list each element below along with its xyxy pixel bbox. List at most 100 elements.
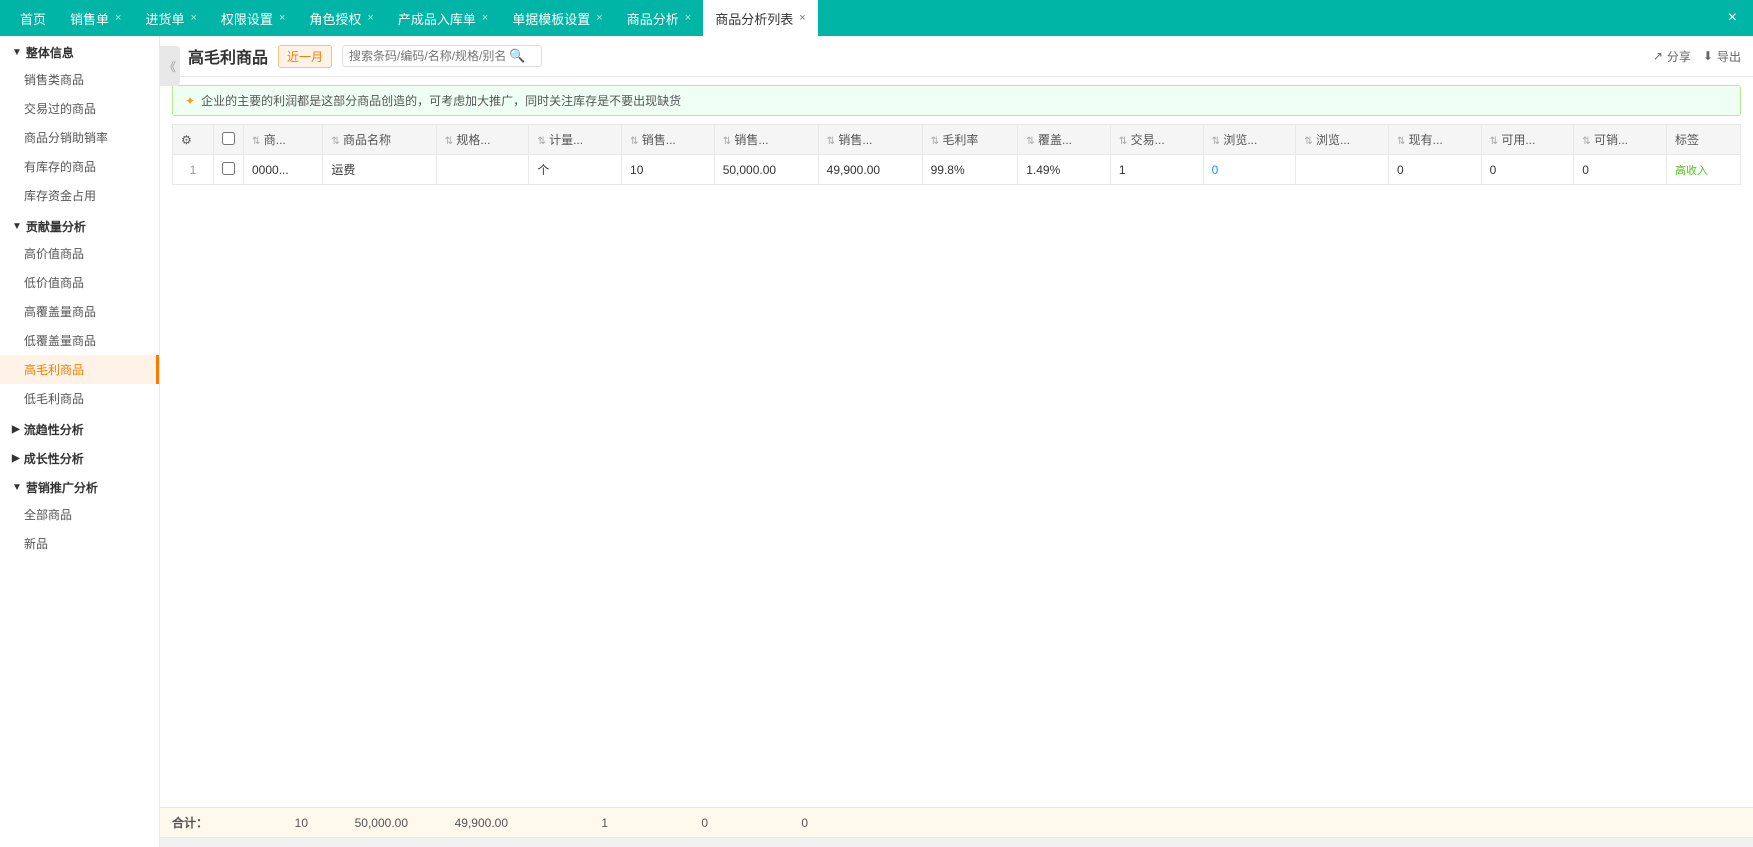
sidebar-group-growth[interactable]: ▶ 成长性分析 — [0, 442, 159, 471]
sidebar-item-high-coverage[interactable]: 高覆盖量商品 — [0, 297, 159, 326]
page-title: 高毛利商品 — [188, 44, 268, 68]
cell-sales-net: 49,900.00 — [818, 155, 922, 185]
sidebar: ▼ 整体信息 销售类商品 交易过的商品 商品分销助销率 有库存的商品 库存资金占… — [0, 36, 160, 847]
sidebar-item-low-coverage[interactable]: 低覆盖量商品 — [0, 326, 159, 355]
cell-code: 0000... — [244, 155, 323, 185]
content-header: 高毛利商品 近一月 🔍 ↗ 分享 ⬇ 导出 — [160, 36, 1753, 77]
sidebar-item-distribution-rate[interactable]: 商品分销助销率 — [0, 123, 159, 152]
cell-gross-margin: 99.8% — [922, 155, 1018, 185]
nav-product-stock[interactable]: 产成品入库单 × — [386, 0, 500, 36]
filter-recent-month-btn[interactable]: 近一月 — [278, 45, 332, 68]
nav-permission[interactable]: 权限设置 × — [209, 0, 297, 36]
cell-sales-amount: 50,000.00 — [714, 155, 818, 185]
sidebar-group-overall[interactable]: ▼ 整体信息 — [0, 36, 159, 65]
col-code: ⇅ 商... — [244, 125, 323, 155]
export-btn[interactable]: ⬇ 导出 — [1703, 48, 1741, 65]
close-analysis-list-tab[interactable]: × — [799, 12, 805, 24]
content-area: 《 高毛利商品 近一月 🔍 ↗ 分享 ⬇ 导出 ✦ 企 — [160, 36, 1753, 847]
tag-badge: 高收入 — [1675, 165, 1708, 177]
sidebar-item-low-value[interactable]: 低价值商品 — [0, 268, 159, 297]
col-name: ⇅ 商品名称 — [323, 125, 436, 155]
table-row: 1 0000... 运费 — [173, 155, 1741, 185]
cell-saleable: 0 — [1574, 155, 1667, 185]
cell-transaction: 1 — [1110, 155, 1203, 185]
sidebar-item-new-goods[interactable]: 新品 — [0, 529, 159, 558]
close-template-tab[interactable]: × — [596, 12, 602, 24]
main-layout: ▼ 整体信息 销售类商品 交易过的商品 商品分销助销率 有库存的商品 库存资金占… — [0, 36, 1753, 847]
table-container: ⚙ ⇅ 商... ⇅ 商品名称 — [160, 124, 1753, 807]
footer-current-stock: 0 — [628, 816, 708, 830]
table-header-row: ⚙ ⇅ 商... ⇅ 商品名称 — [173, 125, 1741, 155]
sidebar-group-marketing[interactable]: ▼ 营销推广分析 — [0, 471, 159, 500]
col-tag: 标签 — [1666, 125, 1740, 155]
settings-icon[interactable]: ⚙ — [181, 133, 192, 147]
arrow-flow: ▶ — [12, 424, 20, 435]
nav-template[interactable]: 单据模板设置 × — [500, 0, 614, 36]
sidebar-group-contribution[interactable]: ▼ 贡献量分析 — [0, 210, 159, 239]
footer-label: 合计： — [172, 814, 208, 831]
sidebar-item-high-margin[interactable]: 高毛利商品 — [0, 355, 159, 384]
notice-bar: ✦ 企业的主要的利润都是这部分商品创造的，可考虑加大推广，同时关注库存是不要出现… — [172, 85, 1741, 116]
sidebar-group-flow[interactable]: ▶ 流趋性分析 — [0, 413, 159, 442]
sidebar-item-sales-goods[interactable]: 销售类商品 — [0, 65, 159, 94]
cell-checkbox — [214, 155, 244, 185]
search-box: 🔍 — [342, 45, 542, 67]
header-actions: ↗ 分享 ⬇ 导出 — [1653, 48, 1741, 65]
close-window-btn[interactable]: × — [1720, 9, 1745, 27]
row-checkbox[interactable] — [222, 162, 235, 175]
arrow-contribution: ▼ — [12, 221, 22, 232]
data-table: ⚙ ⇅ 商... ⇅ 商品名称 — [172, 124, 1741, 185]
close-analysis-tab[interactable]: × — [685, 12, 691, 24]
col-gross-margin: ⇅ 毛利率 — [922, 125, 1018, 155]
col-saleable: ⇅ 可销... — [1574, 125, 1667, 155]
col-checkbox — [214, 125, 244, 155]
cell-browse2 — [1296, 155, 1389, 185]
cell-tag: 高收入 — [1666, 155, 1740, 185]
export-icon: ⬇ — [1703, 49, 1713, 63]
sidebar-item-stock-capital[interactable]: 库存资金占用 — [0, 181, 159, 210]
close-permission-tab[interactable]: × — [279, 12, 285, 24]
nav-sales[interactable]: 销售单 × — [58, 0, 133, 36]
sidebar-item-in-stock[interactable]: 有库存的商品 — [0, 152, 159, 181]
footer-sales-net: 49,900.00 — [428, 816, 508, 830]
notice-icon: ✦ — [185, 94, 195, 108]
footer-sales-qty: 10 — [228, 816, 308, 830]
browse1-link[interactable]: 0 — [1212, 163, 1219, 177]
col-unit: ⇅ 计量... — [529, 125, 622, 155]
close-sales-tab[interactable]: × — [115, 12, 121, 24]
col-sales-qty: ⇅ 销售... — [622, 125, 715, 155]
cell-name: 运费 — [323, 155, 436, 185]
col-coverage: ⇅ 覆盖... — [1018, 125, 1111, 155]
sidebar-item-low-margin[interactable]: 低毛利商品 — [0, 384, 159, 413]
cell-available: 0 — [1481, 155, 1574, 185]
col-browse1: ⇅ 浏览... — [1203, 125, 1296, 155]
share-icon: ↗ — [1653, 49, 1663, 63]
notice-text: 企业的主要的利润都是这部分商品创造的，可考虑加大推广，同时关注库存是不要出现缺货 — [201, 92, 681, 109]
share-btn[interactable]: ↗ 分享 — [1653, 48, 1691, 65]
sidebar-collapse-btn[interactable]: 《 — [160, 46, 180, 86]
top-nav: 首页 销售单 × 进货单 × 权限设置 × 角色授权 × 产成品入库单 × 单据… — [0, 0, 1753, 36]
cell-browse1: 0 — [1203, 155, 1296, 185]
close-role-tab[interactable]: × — [367, 12, 373, 24]
cell-sales-qty: 10 — [622, 155, 715, 185]
close-purchase-tab[interactable]: × — [190, 12, 196, 24]
sidebar-item-all-goods[interactable]: 全部商品 — [0, 500, 159, 529]
nav-role[interactable]: 角色授权 × — [297, 0, 385, 36]
select-all-checkbox[interactable] — [222, 132, 235, 145]
col-available: ⇅ 可用... — [1481, 125, 1574, 155]
bottom-scrollbar[interactable] — [160, 837, 1753, 847]
sidebar-item-high-value[interactable]: 高价值商品 — [0, 239, 159, 268]
nav-home[interactable]: 首页 — [8, 0, 58, 36]
nav-analysis-list[interactable]: 商品分析列表 × — [703, 0, 817, 36]
cell-index: 1 — [173, 155, 214, 185]
nav-analysis[interactable]: 商品分析 × — [615, 0, 703, 36]
col-sales-net: ⇅ 销售... — [818, 125, 922, 155]
arrow-overall: ▼ — [12, 47, 22, 58]
close-product-stock-tab[interactable]: × — [482, 12, 488, 24]
nav-purchase[interactable]: 进货单 × — [133, 0, 208, 36]
col-transaction: ⇅ 交易... — [1110, 125, 1203, 155]
sidebar-item-traded-goods[interactable]: 交易过的商品 — [0, 94, 159, 123]
search-input[interactable] — [349, 49, 509, 63]
cell-unit: 个 — [529, 155, 622, 185]
search-icon[interactable]: 🔍 — [509, 48, 525, 64]
